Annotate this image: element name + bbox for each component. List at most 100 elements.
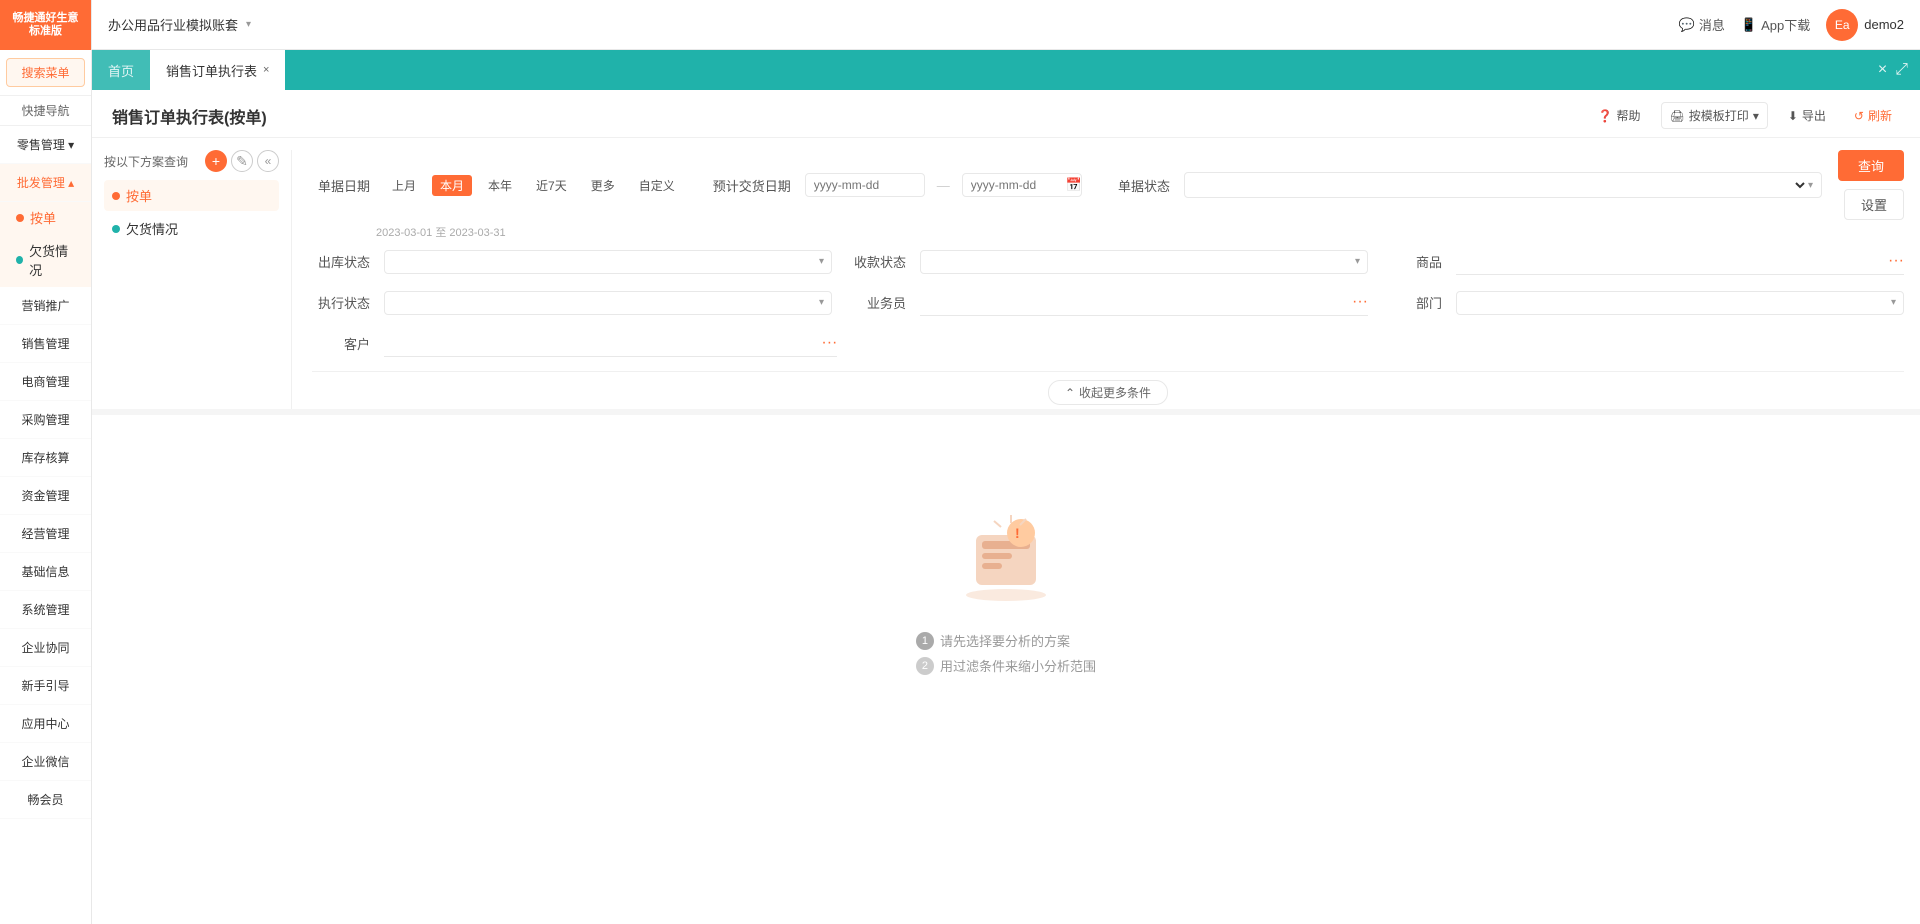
page-header-actions: ❓ 帮助 🖨 按模板打印 ▾ ⬇ 导出 ↺ 刷新 <box>1590 102 1900 129</box>
date-tag-last7[interactable]: 近7天 <box>528 175 575 196</box>
sidebar-item-marketing[interactable]: 营销推广 <box>0 287 91 325</box>
dept-select[interactable] <box>1456 291 1904 315</box>
topbar-title: 办公用品行业模拟账套 <box>108 15 238 34</box>
goods-group: 商品 ··· <box>1384 248 1904 275</box>
tab-home[interactable]: 首页 <box>92 50 150 90</box>
sidebar-item-sales[interactable]: 销售管理 <box>0 325 91 363</box>
help-icon: ❓ <box>1598 109 1613 123</box>
empty-steps-list: 1 请先选择要分析的方案 2 用过滤条件来缩小分析范围 <box>916 631 1096 681</box>
customer-picker-icon[interactable]: ··· <box>821 334 837 352</box>
user-profile[interactable]: Ea demo2 <box>1826 9 1904 41</box>
sidebar-item-system[interactable]: 系统管理 <box>0 591 91 629</box>
add-scheme-button[interactable]: + <box>205 150 227 172</box>
tab-bar-right: × ⤢ <box>1878 61 1920 79</box>
dot-icon <box>16 214 24 222</box>
active-dot-icon <box>112 192 120 200</box>
goods-picker-icon[interactable]: ··· <box>1888 252 1904 270</box>
svg-text:!: ! <box>1015 525 1020 541</box>
sidebar-item-corp[interactable]: 企业协同 <box>0 629 91 667</box>
sidebar-item-member[interactable]: 畅会员 <box>0 781 91 819</box>
sidebar-item-ecom[interactable]: 电商管理 <box>0 363 91 401</box>
empty-state: ! 1 请先选择要分析的方案 2 用过滤条件来缩小分析范围 <box>92 415 1920 761</box>
date-range-display: 2023-03-01 至 2023-03-31 <box>376 224 1904 240</box>
sidebar-item-basic[interactable]: 基础信息 <box>0 553 91 591</box>
date-tag-custom[interactable]: 自定义 <box>631 175 683 196</box>
topbar-left: 办公用品行业模拟账套 ▾ <box>108 15 251 34</box>
collapse-button[interactable]: ⌃ 收起更多条件 <box>1048 380 1168 405</box>
refresh-button[interactable]: ↺ 刷新 <box>1846 103 1900 128</box>
status-select[interactable] <box>1193 177 1808 193</box>
teal-dot-icon <box>112 225 120 233</box>
sidebar-item-biz[interactable]: 经营管理 <box>0 515 91 553</box>
tab-bar: 首页 销售订单执行表 × × ⤢ <box>92 50 1920 90</box>
warehouse-status-group: 出库状态 <box>312 250 832 274</box>
date-range-text: 2023-03-01 至 2023-03-31 <box>376 227 506 239</box>
filter-left-panel: 按以下方案查询 + ✎ « 按单 欠货情况 <box>92 150 292 409</box>
message-button[interactable]: 💬 消息 <box>1679 15 1725 34</box>
export-button[interactable]: ⬇ 导出 <box>1780 103 1834 128</box>
window-resize-icon[interactable]: ⤢ <box>1895 61 1908 79</box>
setting-button[interactable]: 设置 <box>1844 189 1904 220</box>
sidebar-item-retail[interactable]: 零售管理 ▾ <box>0 126 91 164</box>
empty-step-1: 1 请先选择要分析的方案 <box>916 631 1096 650</box>
collapse-up-icon: ⌃ <box>1065 386 1075 400</box>
date-tag-more[interactable]: 更多 <box>583 175 623 196</box>
payment-select[interactable] <box>920 250 1368 274</box>
date-tag-this-month[interactable]: 本月 <box>432 175 472 196</box>
filter-row-1: 单据日期 上月 本月 本年 近7天 更多 自定义 预计交货日期 — 📅 <box>312 150 1904 220</box>
avatar: Ea <box>1826 9 1858 41</box>
collapse-row: ⌃ 收起更多条件 <box>312 371 1904 409</box>
warehouse-select-wrapper <box>384 250 832 274</box>
help-button[interactable]: ❓ 帮助 <box>1590 103 1649 128</box>
status-filter-group: 单据状态 ▾ <box>1112 172 1822 198</box>
logo-subtext: 标准版 <box>29 25 62 38</box>
search-button[interactable]: 查询 <box>1838 150 1904 181</box>
sidebar-item-wholesale[interactable]: 批发管理 ▴ <box>0 164 91 202</box>
date-filter-group: 单据日期 上月 本月 本年 近7天 更多 自定义 <box>312 175 683 196</box>
app-download-button[interactable]: 📱 App下载 <box>1741 15 1810 34</box>
sidebar: 畅捷通好生意 标准版 搜索菜单 快捷导航 零售管理 ▾ 批发管理 ▴ 按单 欠货… <box>0 0 92 924</box>
calendar-icon-start[interactable]: 📅 <box>1066 177 1082 193</box>
filter-row-3: 执行状态 业务员 ··· 部门 <box>312 289 1904 316</box>
sidebar-search[interactable]: 搜索菜单 <box>0 50 91 96</box>
sidebar-item-guide[interactable]: 新手引导 <box>0 667 91 705</box>
page-header: 销售订单执行表(按单) ❓ 帮助 🖨 按模板打印 ▾ ⬇ 导出 ↺ 刷新 <box>92 90 1920 138</box>
nav-by-order[interactable]: 按单 <box>104 180 279 211</box>
nav-debt[interactable]: 欠货情况 <box>104 213 279 244</box>
page-title: 销售订单执行表(按单) <box>112 104 267 128</box>
filter-area: 按以下方案查询 + ✎ « 按单 欠货情况 <box>92 138 1920 409</box>
sidebar-sub-item-order[interactable]: 按单 <box>0 202 91 233</box>
scheme-query-label: 按以下方案查询 <box>104 153 188 170</box>
exec-select[interactable] <box>384 291 832 315</box>
expected-date-start[interactable] <box>805 173 925 197</box>
customer-input-area: ··· <box>384 330 837 357</box>
quick-nav-button[interactable]: 快捷导航 <box>0 96 91 126</box>
sidebar-item-finance[interactable]: 资金管理 <box>0 477 91 515</box>
dept-label: 部门 <box>1384 293 1448 312</box>
edit-scheme-button[interactable]: ✎ <box>231 150 253 172</box>
tab-close-icon[interactable]: × <box>263 64 269 76</box>
search-menu-button[interactable]: 搜索菜单 <box>6 58 85 87</box>
exec-label: 执行状态 <box>312 293 376 312</box>
warehouse-select[interactable] <box>384 250 832 274</box>
sidebar-item-purchase[interactable]: 采购管理 <box>0 401 91 439</box>
sidebar-item-inventory[interactable]: 库存核算 <box>0 439 91 477</box>
sidebar-sub-item-debt[interactable]: 欠货情况 <box>0 235 91 285</box>
step2-num: 2 <box>916 657 934 675</box>
window-close-icon[interactable]: × <box>1878 61 1887 79</box>
sidebar-item-wechat[interactable]: 企业微信 <box>0 743 91 781</box>
refresh-icon: ↺ <box>1854 109 1864 123</box>
sidebar-item-appstore[interactable]: 应用中心 <box>0 705 91 743</box>
download-icon: 📱 <box>1741 17 1757 33</box>
expected-date-end[interactable] <box>962 173 1082 197</box>
salesperson-picker-icon[interactable]: ··· <box>1352 293 1368 311</box>
topbar-dropdown-icon[interactable]: ▾ <box>246 19 251 30</box>
date-tag-last-month[interactable]: 上月 <box>384 175 424 196</box>
date-tag-this-year[interactable]: 本年 <box>480 175 520 196</box>
print-button[interactable]: 🖨 按模板打印 ▾ <box>1661 102 1768 129</box>
tab-sales-execution[interactable]: 销售订单执行表 × <box>150 50 285 90</box>
collapse-scheme-button[interactable]: « <box>257 150 279 172</box>
date-separator: — <box>937 178 950 193</box>
customer-label: 客户 <box>312 334 376 353</box>
payment-status-group: 收款状态 <box>848 250 1368 274</box>
